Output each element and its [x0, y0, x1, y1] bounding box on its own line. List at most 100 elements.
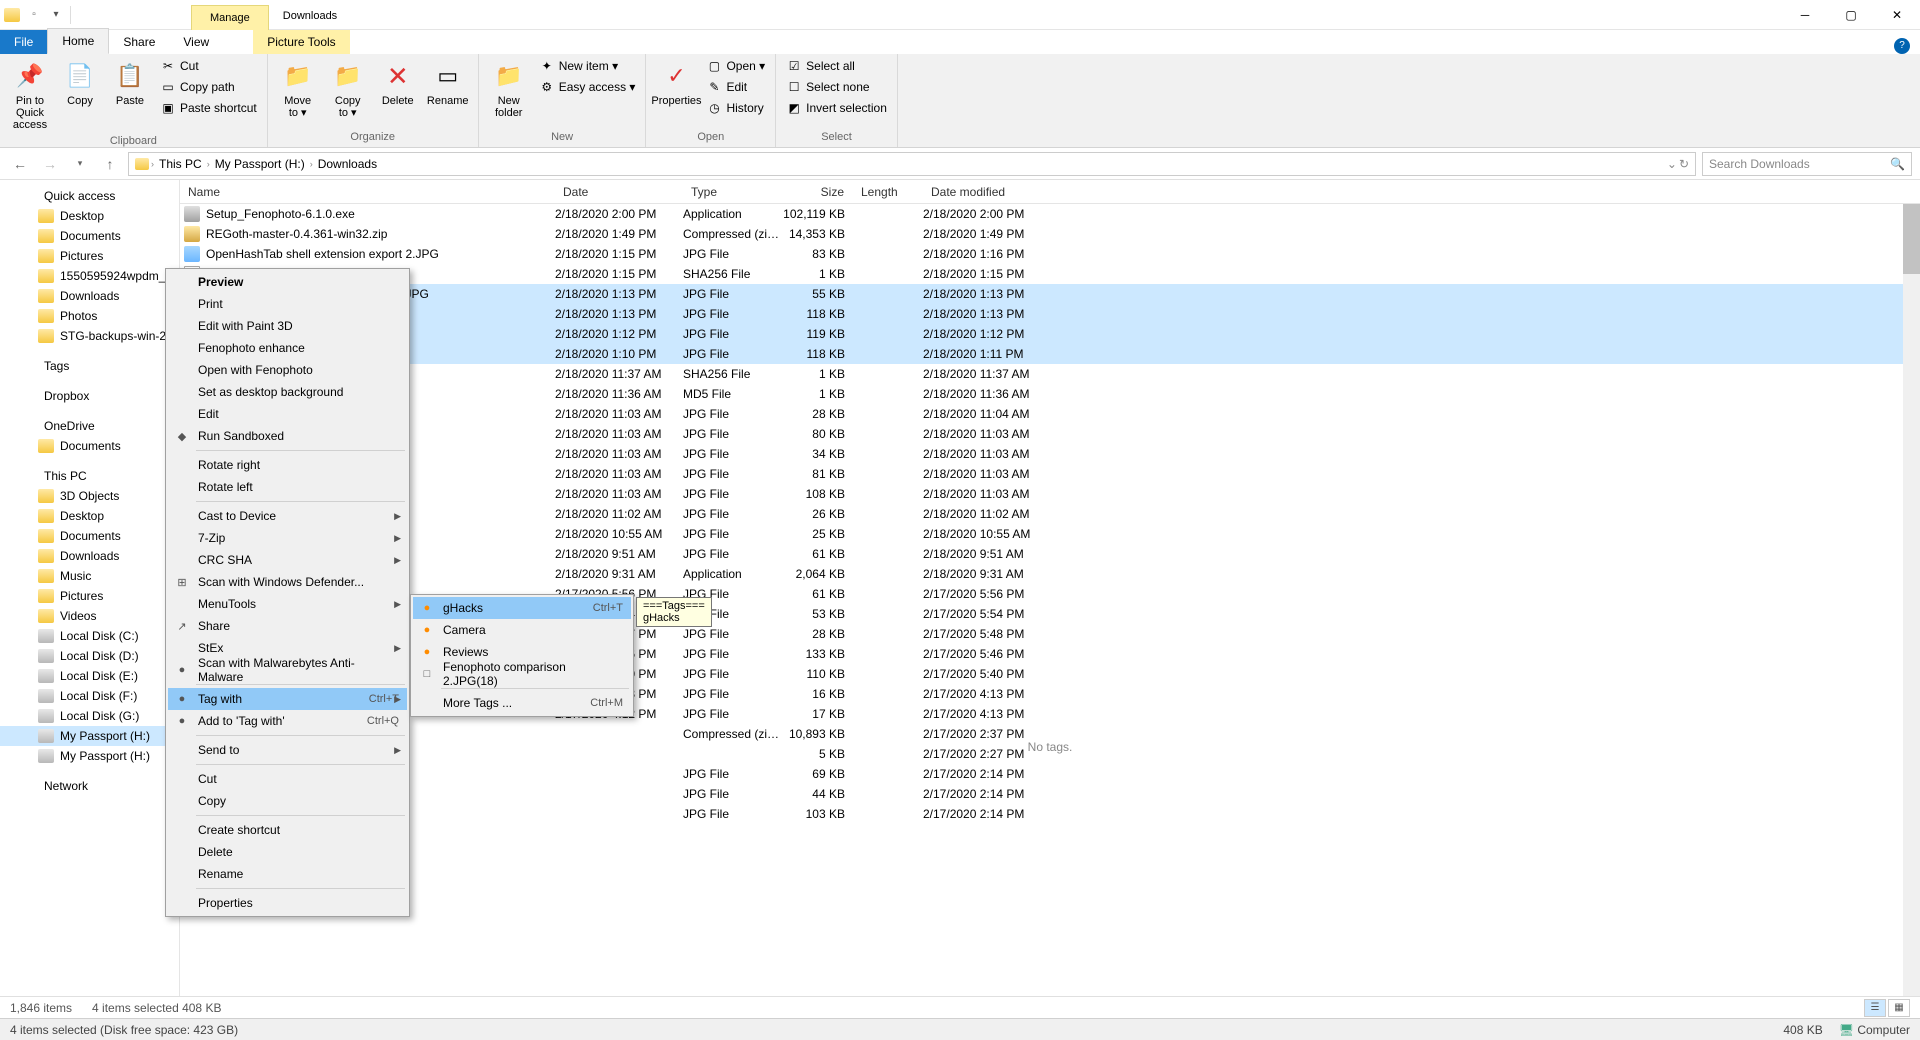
copy-button[interactable]: 📄Copy	[56, 56, 104, 111]
new-folder-button[interactable]: 📁New folder	[485, 56, 533, 123]
nav-item[interactable]: Pictures	[0, 246, 179, 266]
col-type[interactable]: Type	[683, 185, 783, 199]
nav-item[interactable]: Local Disk (E:)	[0, 666, 179, 686]
nav-item[interactable]: Local Disk (G:)	[0, 706, 179, 726]
file-row[interactable]: Ch enHashTab shell ext...2/18/2020 1:10 …	[180, 344, 1920, 364]
details-view-button[interactable]: ☰	[1864, 999, 1886, 1017]
scrollthumb[interactable]	[1903, 204, 1920, 274]
nav-item[interactable]: Documents	[0, 226, 179, 246]
nav-item[interactable]: STG-backups-win-2	[0, 326, 179, 346]
menu-item[interactable]: ●Add to 'Tag with'Ctrl+Q	[168, 710, 407, 732]
nav-item[interactable]: Network	[0, 776, 179, 796]
up-button[interactable]: ↑	[98, 152, 122, 176]
menu-item[interactable]: MenuTools▶	[168, 593, 407, 615]
close-button[interactable]: ✕	[1874, 0, 1920, 30]
tab-picture-tools[interactable]: Picture Tools	[253, 30, 349, 54]
menu-item[interactable]: Preview	[168, 271, 407, 293]
recent-dropdown[interactable]: ▾	[68, 152, 92, 176]
column-headers[interactable]: Name Date Type Size Length Date modified	[180, 180, 1920, 204]
menu-item[interactable]: Rotate right	[168, 454, 407, 476]
menu-item[interactable]: ↗Share	[168, 615, 407, 637]
menu-item[interactable]: Set as desktop background	[168, 381, 407, 403]
file-row[interactable]: Re2/18/2020 11:03 AMJPG File80 KB2/18/20…	[180, 424, 1920, 444]
history-button[interactable]: ◷History	[702, 98, 769, 118]
menu-item[interactable]: Cut	[168, 768, 407, 790]
menu-item[interactable]: Send to▶	[168, 739, 407, 761]
select-all-button[interactable]: ☑Select all	[782, 56, 891, 76]
qat-dropdown[interactable]: ▾	[48, 7, 64, 23]
col-length[interactable]: Length	[853, 185, 923, 199]
search-input[interactable]: Search Downloads 🔍	[1702, 152, 1912, 176]
refresh-icon[interactable]: ↻	[1679, 157, 1689, 171]
back-button[interactable]: ←	[8, 152, 32, 176]
col-name[interactable]: Name	[180, 185, 555, 199]
breadcrumb[interactable]: › This PC› My Passport (H:)› Downloads ⌄…	[128, 152, 1696, 176]
menu-item[interactable]: Print	[168, 293, 407, 315]
menu-item[interactable]: ●Camera	[413, 619, 631, 641]
menu-item[interactable]: Create shortcut	[168, 819, 407, 841]
tab-view[interactable]: View	[169, 30, 223, 54]
nav-item[interactable]: Local Disk (C:)	[0, 626, 179, 646]
cut-button[interactable]: ✂Cut	[156, 56, 261, 76]
file-row[interactable]: ar2/18/2020 11:36 AMMD5 File1 KB2/18/202…	[180, 384, 1920, 404]
addr-dropdown-icon[interactable]: ⌄	[1667, 157, 1677, 171]
file-row[interactable]: OpenHashTab shell extension export 2.JPG…	[180, 244, 1920, 264]
col-modified[interactable]: Date modified	[923, 185, 1063, 199]
file-row[interactable]: Op2/18/2020 9:31 AMApplication2,064 KB2/…	[180, 564, 1920, 584]
col-size[interactable]: Size	[783, 185, 853, 199]
file-row[interactable]: iQJPG File44 KB2/17/2020 2:14 PM	[180, 784, 1920, 804]
pin-quick-access-button[interactable]: 📌Pin to Quick access	[6, 56, 54, 135]
open-button[interactable]: ▢Open ▾	[702, 56, 769, 76]
nav-item[interactable]: Documents	[0, 436, 179, 456]
nav-item[interactable]: Downloads	[0, 546, 179, 566]
menu-item[interactable]: 7-Zip▶	[168, 527, 407, 549]
invert-selection-button[interactable]: ◩Invert selection	[782, 98, 891, 118]
help-icon[interactable]: ?	[1894, 38, 1910, 54]
paste-shortcut-button[interactable]: ▣Paste shortcut	[156, 98, 261, 118]
menu-item[interactable]: ●Scan with Malwarebytes Anti-Malware	[168, 659, 407, 681]
icons-view-button[interactable]: ▦	[1888, 999, 1910, 1017]
new-item-button[interactable]: ✦New item ▾	[535, 56, 640, 76]
file-row[interactable]: ar2/18/2020 11:37 AMSHA256 File1 KB2/18/…	[180, 364, 1920, 384]
file-row[interactable]: OpenHashTab shell extension export.JPG2/…	[180, 284, 1920, 304]
paste-button[interactable]: 📋Paste	[106, 56, 154, 111]
qat-icon[interactable]: ▫	[26, 7, 42, 23]
copy-path-button[interactable]: ▭Copy path	[156, 77, 261, 97]
minimize-button[interactable]: ─	[1782, 0, 1828, 30]
nav-item[interactable]: My Passport (H:)	[0, 746, 179, 766]
menu-item[interactable]: More Tags ...Ctrl+M	[413, 692, 631, 714]
tag-submenu[interactable]: ●gHacksCtrl+T●Camera●Reviews□Fenophoto c…	[410, 594, 634, 717]
menu-item[interactable]: CRC SHA▶	[168, 549, 407, 571]
move-to-button[interactable]: 📁Move to ▾	[274, 56, 322, 123]
file-row[interactable]: Re2/18/2020 11:03 AMJPG File108 KB2/18/2…	[180, 484, 1920, 504]
nav-item[interactable]: Photos	[0, 306, 179, 326]
menu-item[interactable]: ◆Run Sandboxed	[168, 425, 407, 447]
file-row[interactable]: Re2/18/2020 11:03 AMJPG File28 KB2/18/20…	[180, 404, 1920, 424]
menu-item[interactable]: Delete	[168, 841, 407, 863]
nav-item[interactable]: Quick access	[0, 186, 179, 206]
easy-access-button[interactable]: ⚙Easy access ▾	[535, 77, 640, 97]
nav-item[interactable]: 1550595924wpdm_V	[0, 266, 179, 286]
nav-item[interactable]: Pictures	[0, 586, 179, 606]
tab-file[interactable]: File	[0, 30, 47, 54]
file-row[interactable]: iQJPG File69 KB2/17/2020 2:14 PM	[180, 764, 1920, 784]
file-row[interactable]: Re2/18/2020 11:03 AMJPG File34 KB2/18/20…	[180, 444, 1920, 464]
file-row[interactable]: art2/18/2020 9:51 AMJPG File61 KB2/18/20…	[180, 544, 1920, 564]
menu-item[interactable]: Edit with Paint 3D	[168, 315, 407, 337]
file-row[interactable]: Re2/18/2020 11:03 AMJPG File81 KB2/18/20…	[180, 464, 1920, 484]
nav-item[interactable]: My Passport (H:)	[0, 726, 179, 746]
file-row[interactable]: Re2/18/2020 10:55 AMJPG File25 KB2/18/20…	[180, 524, 1920, 544]
nav-item[interactable]: 3D Objects	[0, 486, 179, 506]
menu-item[interactable]: ⊞Scan with Windows Defender...	[168, 571, 407, 593]
forward-button[interactable]: →	[38, 152, 62, 176]
context-tab-manage[interactable]: Manage	[191, 5, 269, 30]
nav-item[interactable]: Downloads	[0, 286, 179, 306]
file-row[interactable]: iQJPG File103 KB2/17/2020 2:14 PM	[180, 804, 1920, 824]
nav-item[interactable]: Local Disk (D:)	[0, 646, 179, 666]
rename-button[interactable]: ▭Rename	[424, 56, 472, 111]
menu-item[interactable]: □Fenophoto comparison 2.JPG(18)	[413, 663, 631, 685]
nav-item[interactable]: Dropbox	[0, 386, 179, 406]
nav-item[interactable]: Music	[0, 566, 179, 586]
nav-item[interactable]: Documents	[0, 526, 179, 546]
nav-item[interactable]: Local Disk (F:)	[0, 686, 179, 706]
